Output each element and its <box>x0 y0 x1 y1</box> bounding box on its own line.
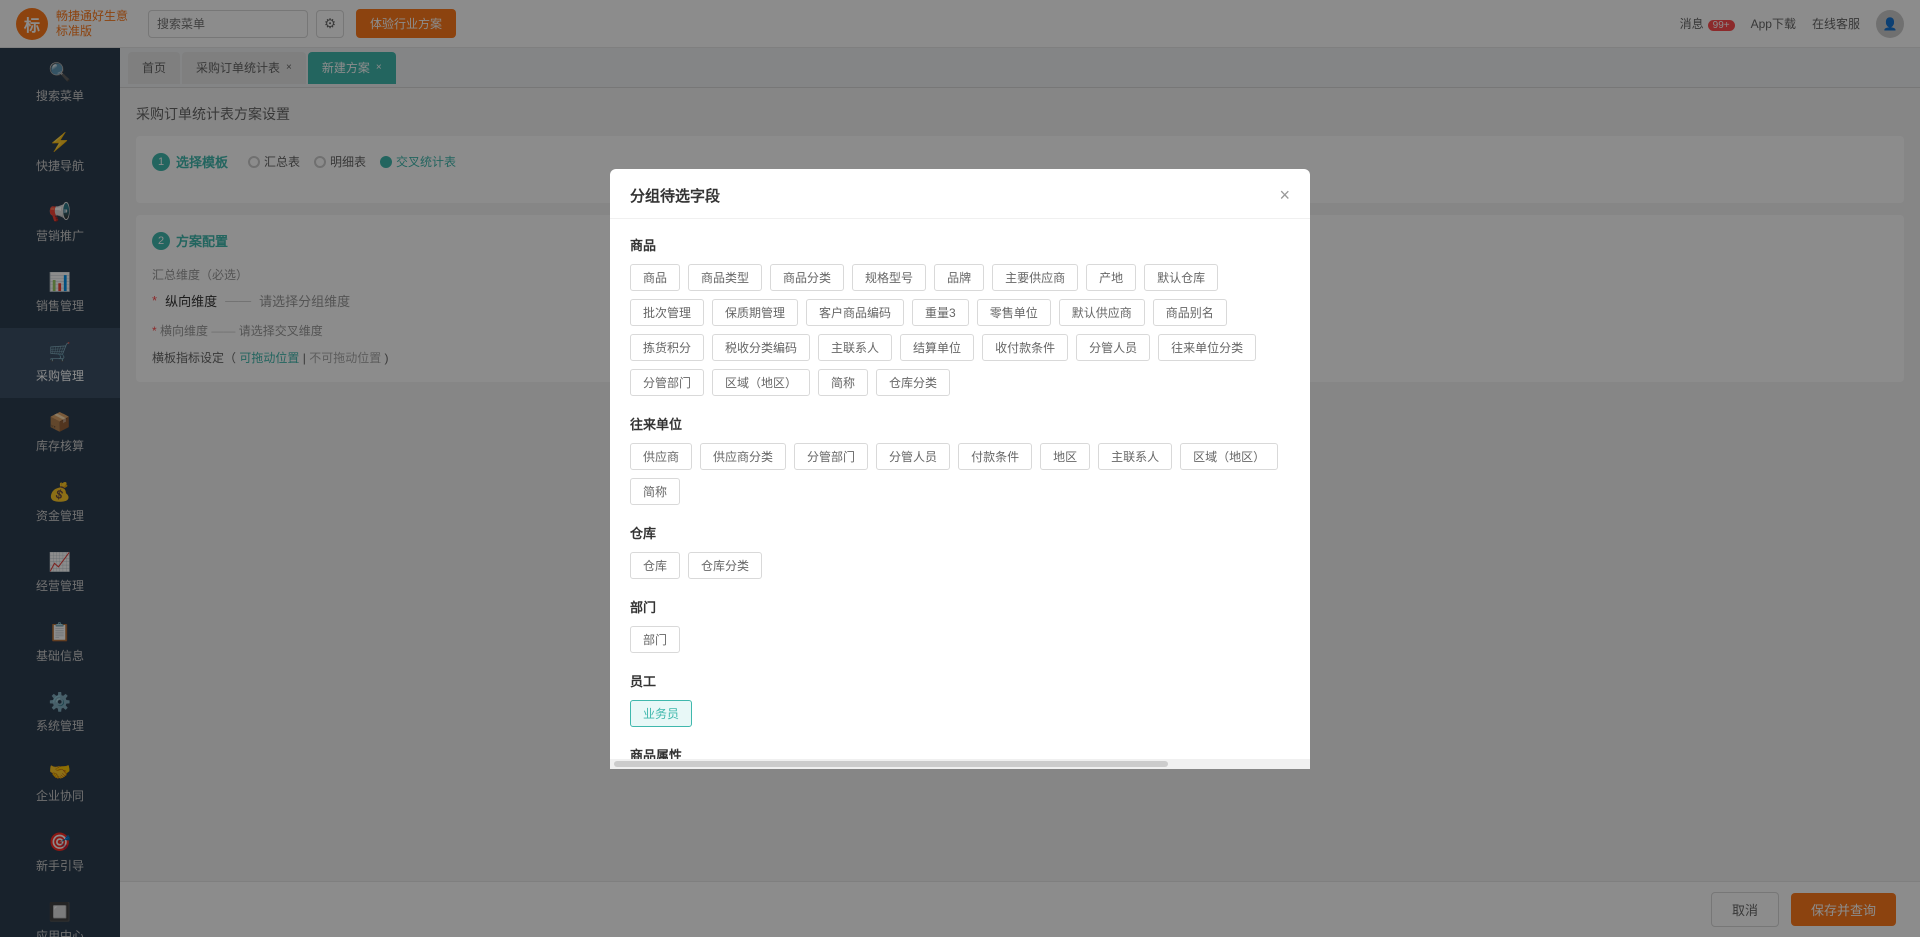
field-tag-区域地区p[interactable]: 区域（地区） <box>712 369 810 396</box>
warehouse-field-grid: 仓库 仓库分类 <box>630 552 1290 579</box>
warehouse-section-title: 仓库 <box>630 523 1290 542</box>
employee-field-grid: 业务员 <box>630 700 1290 727</box>
field-tag-主联系人2[interactable]: 主联系人 <box>1098 443 1172 470</box>
hscrollbar-thumb <box>614 761 1168 767</box>
field-tag-分管人员[interactable]: 分管人员 <box>1076 334 1150 361</box>
product-attr-section: 商品属性 属性 颜色 多规格 尺码 鞋码 1 <box>630 745 1290 759</box>
field-tag-区域地区2[interactable]: 区域（地区） <box>1180 443 1278 470</box>
department-section-title: 部门 <box>630 597 1290 616</box>
department-field-grid: 部门 <box>630 626 1290 653</box>
field-tag-重量3[interactable]: 重量3 <box>912 299 969 326</box>
field-tag-客户商品编码[interactable]: 客户商品编码 <box>806 299 904 326</box>
modal-title: 分组待选字段 <box>630 185 720 206</box>
field-tag-收付款条件[interactable]: 收付款条件 <box>982 334 1068 361</box>
department-section: 部门 部门 <box>630 597 1290 653</box>
field-tag-业务员[interactable]: 业务员 <box>630 700 692 727</box>
field-tag-默认供应商[interactable]: 默认供应商 <box>1059 299 1145 326</box>
field-tag-分管部门2[interactable]: 分管部门 <box>794 443 868 470</box>
field-tag-简称2[interactable]: 简称 <box>630 478 680 505</box>
field-tag-仓库分类p[interactable]: 仓库分类 <box>876 369 950 396</box>
modal-hscrollbar[interactable] <box>610 759 1310 769</box>
field-tag-税收分类编码[interactable]: 税收分类编码 <box>712 334 810 361</box>
field-tag-结算单位[interactable]: 结算单位 <box>900 334 974 361</box>
field-tag-批次管理[interactable]: 批次管理 <box>630 299 704 326</box>
field-tag-零售单位[interactable]: 零售单位 <box>977 299 1051 326</box>
field-tag-保质期管理[interactable]: 保质期管理 <box>712 299 798 326</box>
field-select-modal: 分组待选字段 × 商品 商品 商品类型 商品分类 规格型号 品牌 主要供应商 产… <box>610 169 1310 769</box>
field-tag-分管部门[interactable]: 分管部门 <box>630 369 704 396</box>
product-section-title: 商品 <box>630 235 1290 254</box>
modal-close-button[interactable]: × <box>1279 185 1290 206</box>
field-tag-规格型号[interactable]: 规格型号 <box>852 264 926 291</box>
field-tag-地区[interactable]: 地区 <box>1040 443 1090 470</box>
warehouse-section: 仓库 仓库 仓库分类 <box>630 523 1290 579</box>
employee-section-title: 员工 <box>630 671 1290 690</box>
product-section: 商品 商品 商品类型 商品分类 规格型号 品牌 主要供应商 产地 默认仓库 批次… <box>630 235 1290 396</box>
field-tag-供应商[interactable]: 供应商 <box>630 443 692 470</box>
partner-section-title: 往来单位 <box>630 414 1290 433</box>
field-tag-部门[interactable]: 部门 <box>630 626 680 653</box>
field-tag-仓库分类[interactable]: 仓库分类 <box>688 552 762 579</box>
field-tag-分管人员2[interactable]: 分管人员 <box>876 443 950 470</box>
field-tag-品牌[interactable]: 品牌 <box>934 264 984 291</box>
field-tag-产地[interactable]: 产地 <box>1086 264 1136 291</box>
field-tag-主要供应商[interactable]: 主要供应商 <box>992 264 1078 291</box>
partner-field-grid: 供应商 供应商分类 分管部门 分管人员 付款条件 地区 主联系人 区域（地区） … <box>630 443 1290 505</box>
modal-header: 分组待选字段 × <box>610 169 1310 219</box>
modal-overlay: 分组待选字段 × 商品 商品 商品类型 商品分类 规格型号 品牌 主要供应商 产… <box>0 0 1920 937</box>
field-tag-商品类型[interactable]: 商品类型 <box>688 264 762 291</box>
product-field-grid: 商品 商品类型 商品分类 规格型号 品牌 主要供应商 产地 默认仓库 批次管理 … <box>630 264 1290 396</box>
partner-section: 往来单位 供应商 供应商分类 分管部门 分管人员 付款条件 地区 主联系人 区域… <box>630 414 1290 505</box>
field-tag-默认仓库[interactable]: 默认仓库 <box>1144 264 1218 291</box>
field-tag-拣货积分[interactable]: 拣货积分 <box>630 334 704 361</box>
field-tag-仓库[interactable]: 仓库 <box>630 552 680 579</box>
field-tag-付款条件[interactable]: 付款条件 <box>958 443 1032 470</box>
field-tag-往来单位分类[interactable]: 往来单位分类 <box>1158 334 1256 361</box>
field-tag-商品别名[interactable]: 商品别名 <box>1153 299 1227 326</box>
field-tag-商品分类[interactable]: 商品分类 <box>770 264 844 291</box>
field-tag-商品[interactable]: 商品 <box>630 264 680 291</box>
employee-section: 员工 业务员 <box>630 671 1290 727</box>
field-tag-供应商分类[interactable]: 供应商分类 <box>700 443 786 470</box>
field-tag-主联系人[interactable]: 主联系人 <box>818 334 892 361</box>
modal-body: 商品 商品 商品类型 商品分类 规格型号 品牌 主要供应商 产地 默认仓库 批次… <box>610 219 1310 759</box>
product-attr-section-title: 商品属性 <box>630 745 1290 759</box>
field-tag-简称p[interactable]: 简称 <box>818 369 868 396</box>
